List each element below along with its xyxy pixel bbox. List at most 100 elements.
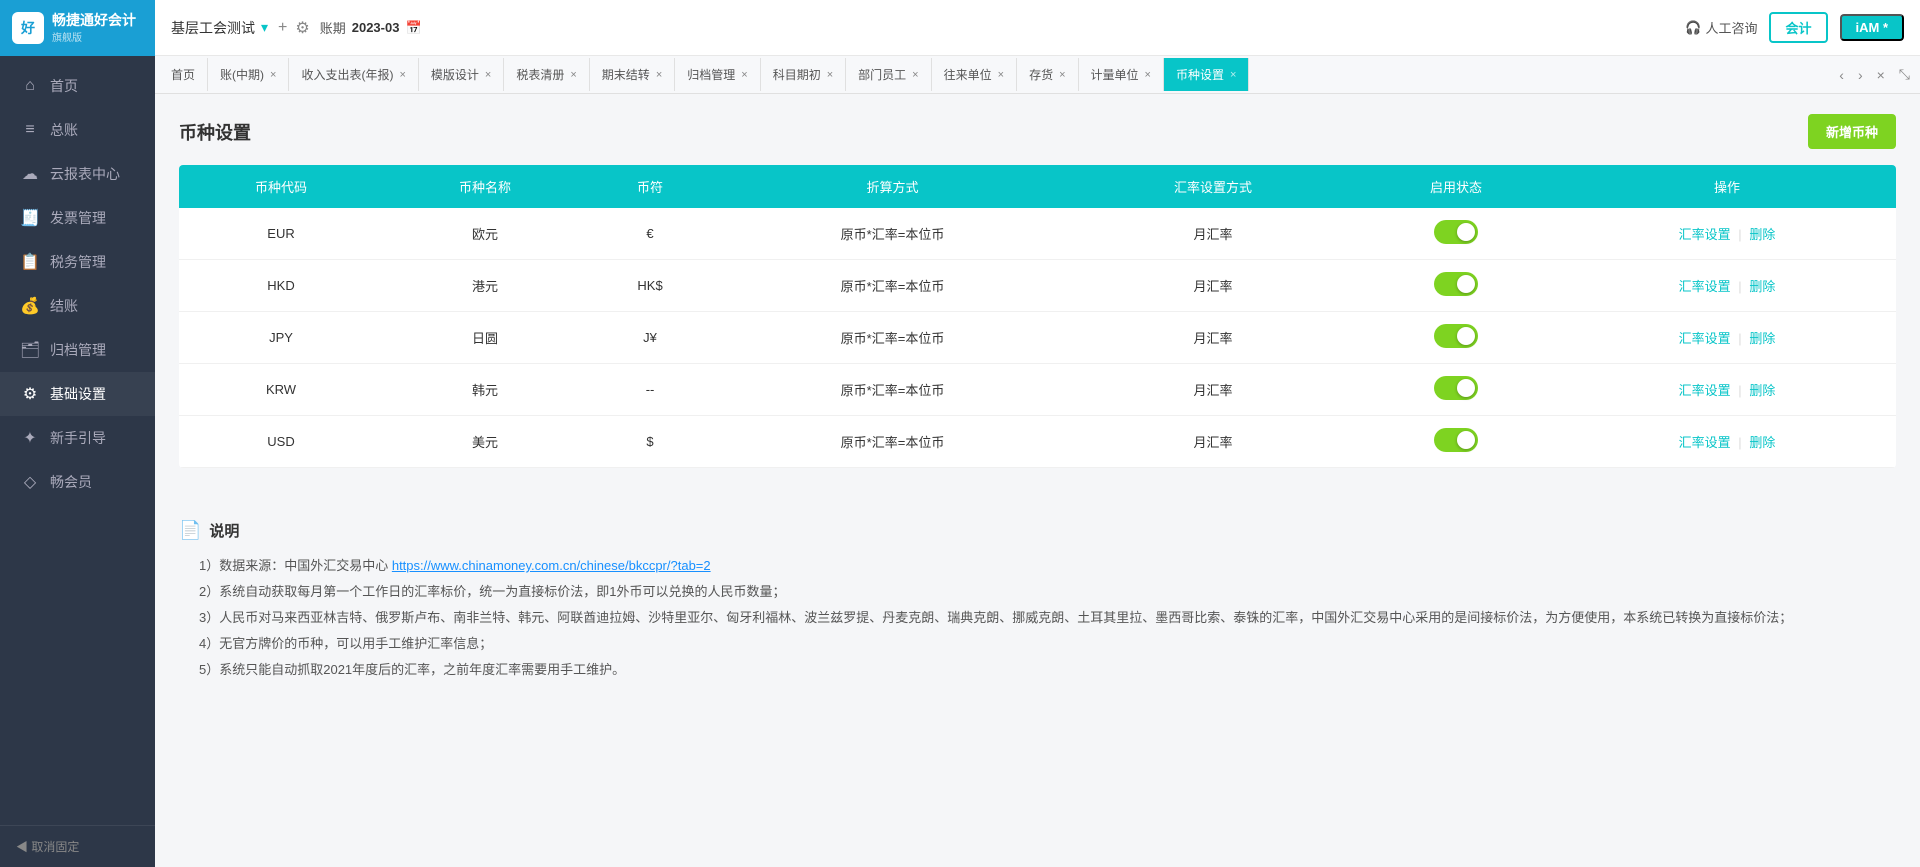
- sidebar-item-home[interactable]: ⌂ 首页: [0, 64, 155, 108]
- tab-close-icon[interactable]: ×: [485, 69, 491, 81]
- tab-close-icon[interactable]: ×: [1059, 69, 1065, 81]
- kuaiji-button[interactable]: 会计: [1769, 12, 1827, 43]
- delete-button[interactable]: 删除: [1749, 435, 1775, 450]
- page-title: 币种设置: [179, 119, 251, 145]
- note-title: 📄 说明: [179, 520, 1896, 541]
- tab-close-icon[interactable]: ×: [1145, 69, 1151, 81]
- cell-code: JPY: [179, 312, 383, 364]
- cell-symbol: --: [587, 364, 713, 416]
- tab-expand-icon[interactable]: ⤡: [1893, 62, 1916, 87]
- cell-rate-type: 月汇率: [1072, 364, 1354, 416]
- tab-label: 部门员工: [858, 66, 906, 83]
- tab-currency[interactable]: 币种设置 ×: [1164, 58, 1249, 91]
- tab-close-icon[interactable]: ×: [270, 69, 276, 81]
- sidebar-item-ledger[interactable]: ≡ 总账: [0, 108, 155, 152]
- sidebar-item-label: 税务管理: [50, 252, 106, 272]
- status-toggle[interactable]: [1434, 220, 1478, 244]
- guide-icon: ✦: [20, 428, 40, 448]
- invoice-icon: 🧾: [20, 208, 40, 228]
- tab-income[interactable]: 收入支出表(年报) ×: [289, 58, 418, 91]
- cell-status: [1354, 312, 1558, 364]
- sidebar-item-report[interactable]: ☁ 云报表中心: [0, 152, 155, 196]
- status-toggle[interactable]: [1434, 272, 1478, 296]
- customer-service-button[interactable]: 🎧 人工咨询: [1685, 18, 1757, 37]
- tab-close-icon[interactable]: ×: [399, 69, 405, 81]
- table-row: USD 美元 $ 原币*汇率=本位币 月汇率 汇率设置 | 删除: [179, 416, 1896, 468]
- note-link[interactable]: https://www.chinamoney.com.cn/chinese/bk…: [392, 558, 711, 573]
- sidebar-item-label: 结账: [50, 296, 78, 316]
- tab-close-icon[interactable]: ×: [656, 69, 662, 81]
- add-company-button[interactable]: +: [278, 19, 287, 37]
- sidebar-item-label: 总账: [50, 120, 78, 140]
- cell-code: USD: [179, 416, 383, 468]
- cell-calc: 原币*汇率=本位币: [713, 260, 1072, 312]
- tab-scroll-right-icon[interactable]: ›: [1852, 63, 1869, 87]
- cell-action: 汇率设置 | 删除: [1558, 260, 1896, 312]
- cell-code: EUR: [179, 208, 383, 260]
- sidebar-footer[interactable]: ◀ 取消固定: [0, 825, 155, 867]
- tab-close-icon[interactable]: ×: [1230, 69, 1236, 81]
- tab-close-icon[interactable]: ×: [741, 69, 747, 81]
- tab-tax[interactable]: 税表清册 ×: [504, 58, 589, 91]
- tab-scroll-left-icon[interactable]: ‹: [1833, 63, 1850, 87]
- sidebar-item-archive[interactable]: 🗂 归档管理: [0, 328, 155, 372]
- user-button[interactable]: iAM *: [1840, 14, 1905, 41]
- action-separator: |: [1738, 383, 1741, 398]
- logo-text: 畅捷通好会计: [52, 12, 136, 29]
- status-toggle[interactable]: [1434, 376, 1478, 400]
- period-selector[interactable]: 账期 2023-03 📅: [320, 18, 422, 37]
- cell-code: KRW: [179, 364, 383, 416]
- new-currency-button[interactable]: 新增币种: [1808, 114, 1896, 149]
- sidebar-item-tax[interactable]: 📋 税务管理: [0, 240, 155, 284]
- cell-calc: 原币*汇率=本位币: [713, 312, 1072, 364]
- tab-label: 期末结转: [602, 66, 650, 83]
- col-symbol: 币符: [587, 165, 713, 208]
- tab-close-icon[interactable]: ×: [998, 69, 1004, 81]
- col-action: 操作: [1558, 165, 1896, 208]
- cell-rate-type: 月汇率: [1072, 208, 1354, 260]
- company-dropdown-icon[interactable]: ▾: [261, 19, 268, 36]
- tab-inventory[interactable]: 存货 ×: [1017, 58, 1078, 91]
- tab-zhangzhongqi[interactable]: 账(中期) ×: [208, 58, 289, 91]
- tab-close-icon[interactable]: ×: [912, 69, 918, 81]
- tab-label: 往来单位: [944, 66, 992, 83]
- topbar: 基层工会测试 ▾ + ⚙ 账期 2023-03 📅 🎧 人工咨询 会计 iAM …: [155, 0, 1920, 56]
- delete-button[interactable]: 删除: [1749, 279, 1775, 294]
- calendar-icon[interactable]: 📅: [405, 20, 421, 36]
- cell-action: 汇率设置 | 删除: [1558, 416, 1896, 468]
- delete-button[interactable]: 删除: [1749, 383, 1775, 398]
- rate-settings-button[interactable]: 汇率设置: [1679, 331, 1731, 346]
- sidebar-item-label: 畅会员: [50, 472, 92, 492]
- company-settings-icon[interactable]: ⚙: [295, 18, 309, 38]
- rate-settings-button[interactable]: 汇率设置: [1679, 435, 1731, 450]
- rate-settings-button[interactable]: 汇率设置: [1679, 279, 1731, 294]
- tab-subject[interactable]: 科目期初 ×: [761, 58, 846, 91]
- delete-button[interactable]: 删除: [1749, 227, 1775, 242]
- note-icon: 📄: [179, 520, 201, 541]
- close-all-tabs-icon[interactable]: ×: [1871, 63, 1891, 87]
- note-item-2: 2）系统自动获取每月第一个工作日的汇率标价，统一为直接标价法，即1外币可以兑换的…: [199, 579, 1896, 605]
- rate-settings-button[interactable]: 汇率设置: [1679, 383, 1731, 398]
- tab-home[interactable]: 首页: [159, 58, 208, 91]
- delete-button[interactable]: 删除: [1749, 331, 1775, 346]
- tab-contact[interactable]: 往来单位 ×: [932, 58, 1017, 91]
- tab-period-end[interactable]: 期末结转 ×: [590, 58, 675, 91]
- action-separator: |: [1738, 227, 1741, 242]
- tab-unit[interactable]: 计量单位 ×: [1079, 58, 1164, 91]
- sidebar-item-member[interactable]: ◇ 畅会员: [0, 460, 155, 504]
- tab-archive[interactable]: 归档管理 ×: [675, 58, 760, 91]
- sidebar-item-settlement[interactable]: 💰 结账: [0, 284, 155, 328]
- status-toggle[interactable]: [1434, 428, 1478, 452]
- report-icon: ☁: [20, 164, 40, 184]
- tab-close-icon[interactable]: ×: [827, 69, 833, 81]
- sidebar-item-invoice[interactable]: 🧾 发票管理: [0, 196, 155, 240]
- tab-dept[interactable]: 部门员工 ×: [846, 58, 931, 91]
- tab-template[interactable]: 模版设计 ×: [419, 58, 504, 91]
- sidebar-item-settings[interactable]: ⚙ 基础设置: [0, 372, 155, 416]
- tab-close-icon[interactable]: ×: [570, 69, 576, 81]
- tab-label: 账(中期): [220, 66, 264, 83]
- status-toggle[interactable]: [1434, 324, 1478, 348]
- sidebar-item-guide[interactable]: ✦ 新手引导: [0, 416, 155, 460]
- company-selector[interactable]: 基层工会测试 ▾: [171, 18, 268, 38]
- rate-settings-button[interactable]: 汇率设置: [1679, 227, 1731, 242]
